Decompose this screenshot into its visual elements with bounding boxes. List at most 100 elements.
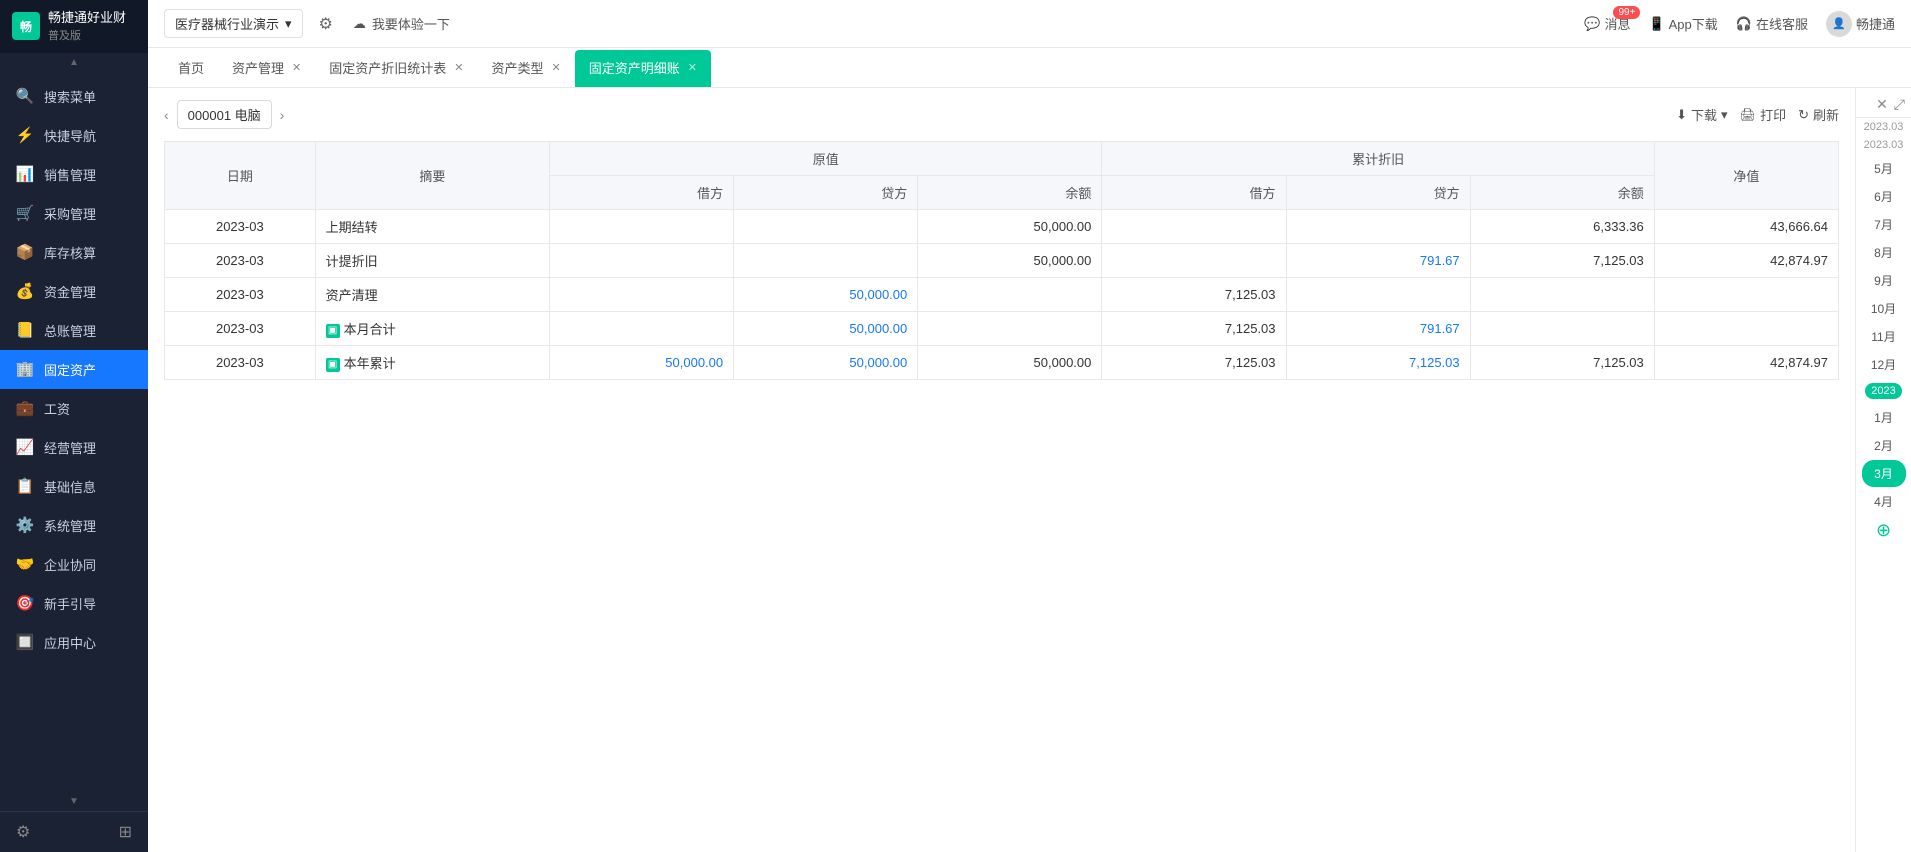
timeline-month-1月[interactable]: 1月 xyxy=(1862,404,1906,431)
cell-orig-balance-4: 50,000.00 xyxy=(918,346,1102,380)
main-area: 医疗器械行业演示 ▾ ⚙ ☁ 我要体验一下 💬 消息 99+ 📱 App下载 🎧… xyxy=(148,0,1911,852)
cell-acc-credit-1: 791.67 xyxy=(1286,244,1470,278)
company-selector[interactable]: 医疗器械行业演示 ▾ xyxy=(164,9,303,38)
user-action[interactable]: 👤 畅捷通 xyxy=(1826,11,1895,37)
header-actions: 💬 消息 99+ 📱 App下载 🎧 在线客服 👤 畅捷通 xyxy=(1584,11,1895,37)
sidebar-label-operations: 经营管理 xyxy=(44,438,96,457)
cell-orig-balance-2 xyxy=(918,278,1102,312)
timeline-month-11月[interactable]: 11月 xyxy=(1862,323,1906,350)
col-header-orig-credit: 贷方 xyxy=(734,176,918,210)
timeline-year-badge: 2023 xyxy=(1865,383,1901,399)
tab-close-1[interactable]: ✕ xyxy=(292,61,301,74)
sidebar-item-quicknav[interactable]: ⚡ 快捷导航 xyxy=(0,116,148,155)
sidebar-icon-search: 🔍 xyxy=(16,87,34,105)
tab-4[interactable]: 固定资产明细账✕ xyxy=(575,50,711,87)
collapse-icon[interactable]: ⊞ xyxy=(119,822,132,842)
sidebar-item-ledger[interactable]: 📒 总账管理 xyxy=(0,311,148,350)
sidebar-label-inventory: 库存核算 xyxy=(44,243,96,262)
timeline-month-3月[interactable]: 3月 xyxy=(1862,460,1906,487)
sidebar-icon-payroll: 💼 xyxy=(16,399,34,417)
col-header-summary: 摘要 xyxy=(315,142,549,210)
sidebar-label-funds: 资金管理 xyxy=(44,282,96,301)
sidebar-item-inventory[interactable]: 📦 库存核算 xyxy=(0,233,148,272)
sidebar-item-collab[interactable]: 🤝 企业协同 xyxy=(0,545,148,584)
sidebar-item-guide[interactable]: 🎯 新手引导 xyxy=(0,584,148,623)
group-icon: ▣ xyxy=(326,358,340,372)
tab-0[interactable]: 首页 xyxy=(164,50,218,87)
tab-label-2: 固定资产折旧统计表 xyxy=(329,58,446,77)
message-action[interactable]: 💬 消息 99+ xyxy=(1584,14,1630,33)
experience-button[interactable]: ☁ 我要体验一下 xyxy=(353,14,450,33)
col-header-orig-debit: 借方 xyxy=(550,176,734,210)
cell-orig-debit-3 xyxy=(550,312,734,346)
sidebar-scroll-up[interactable]: ▲ xyxy=(0,53,148,73)
cell-summary-2: 资产清理 xyxy=(315,278,549,312)
content-area: ‹ 000001 电脑 › ⬇ 下载 ▾ 🖨 打印 ↻ 刷新 xyxy=(148,88,1911,852)
settings-icon[interactable]: ⚙ xyxy=(16,822,30,842)
timeline-month-10月[interactable]: 10月 xyxy=(1862,295,1906,322)
sidebar-label-payroll: 工资 xyxy=(44,399,70,418)
tab-1[interactable]: 资产管理✕ xyxy=(218,50,315,87)
panel-close-icon[interactable]: ✕ xyxy=(1876,96,1888,113)
cell-acc-balance-4: 7,125.03 xyxy=(1470,346,1654,380)
refresh-button[interactable]: ↻ 刷新 xyxy=(1798,105,1839,124)
toolbar-actions: ⬇ 下载 ▾ 🖨 打印 ↻ 刷新 xyxy=(1676,105,1839,124)
timeline-panel: ✕ ⤢ 2023.03 2023.03 5月6月7月8月9月10月11月12月 … xyxy=(1855,88,1911,852)
timeline-month-6月[interactable]: 6月 xyxy=(1862,183,1906,210)
sidebar-item-funds[interactable]: 💰 资金管理 xyxy=(0,272,148,311)
sidebar-item-purchase[interactable]: 🛒 采购管理 xyxy=(0,194,148,233)
app-download-action[interactable]: 📱 App下载 xyxy=(1648,14,1717,33)
timeline-down-arrow[interactable]: ⊕ xyxy=(1876,520,1891,541)
col-header-acc-balance: 余额 xyxy=(1470,176,1654,210)
download-button[interactable]: ⬇ 下载 ▾ xyxy=(1676,105,1727,124)
print-button[interactable]: 🖨 打印 xyxy=(1740,105,1787,124)
timeline-month-5月[interactable]: 5月 xyxy=(1862,155,1906,182)
tab-label-0: 首页 xyxy=(178,58,204,77)
sidebar-item-sales[interactable]: 📊 销售管理 xyxy=(0,155,148,194)
tab-bar: 首页资产管理✕固定资产折旧统计表✕资产类型✕固定资产明细账✕ xyxy=(148,48,1911,88)
cell-acc-credit-4: 7,125.03 xyxy=(1286,346,1470,380)
sidebar-item-app_center[interactable]: 🔲 应用中心 xyxy=(0,623,148,662)
header-settings-icon[interactable]: ⚙ xyxy=(319,14,333,34)
cell-date-2: 2023-03 xyxy=(165,278,316,312)
col-header-original-value: 原值 xyxy=(550,142,1102,176)
timeline-month-9月[interactable]: 9月 xyxy=(1862,267,1906,294)
sidebar-icon-quicknav: ⚡ xyxy=(16,126,34,144)
sidebar: 畅 畅捷通好业财 普及版 ▲ 🔍 搜索菜单 ⚡ 快捷导航 📊 销售管理 🛒 采购… xyxy=(0,0,148,852)
sidebar-icon-ledger: 📒 xyxy=(16,321,34,339)
cell-acc-balance-2 xyxy=(1470,278,1654,312)
timeline-month-4月[interactable]: 4月 xyxy=(1862,488,1906,515)
timeline-current: 2023.03 xyxy=(1860,136,1908,154)
app-logo-icon: 畅 xyxy=(12,12,40,40)
sidebar-label-fixed_assets: 固定资产 xyxy=(44,360,96,379)
sidebar-item-system[interactable]: ⚙️ 系统管理 xyxy=(0,506,148,545)
sidebar-item-fixed_assets[interactable]: 🏢 固定资产 xyxy=(0,350,148,389)
tab-3[interactable]: 资产类型✕ xyxy=(477,50,574,87)
sidebar-scroll-down[interactable]: ▼ xyxy=(0,791,148,811)
panel-expand-icon[interactable]: ⤢ xyxy=(1894,96,1905,113)
asset-prev-button[interactable]: ‹ xyxy=(164,107,169,123)
download-icon: 📱 xyxy=(1648,16,1664,32)
timeline-month-2月[interactable]: 2月 xyxy=(1862,432,1906,459)
timeline-month-12月[interactable]: 12月 xyxy=(1862,351,1906,378)
timeline-month-7月[interactable]: 7月 xyxy=(1862,211,1906,238)
sidebar-icon-purchase: 🛒 xyxy=(16,204,34,222)
table-row: 2023-03 ▣本年累计 50,000.00 50,000.00 50,000… xyxy=(165,346,1839,380)
asset-next-button[interactable]: › xyxy=(280,107,285,123)
timeline-month-8月[interactable]: 8月 xyxy=(1862,239,1906,266)
app-title: 畅捷通好业财 xyxy=(48,10,126,27)
sidebar-label-system: 系统管理 xyxy=(44,516,96,535)
tab-2[interactable]: 固定资产折旧统计表 ✕ xyxy=(315,50,477,87)
sidebar-label-purchase: 采购管理 xyxy=(44,204,96,223)
sidebar-item-payroll[interactable]: 💼 工资 xyxy=(0,389,148,428)
sidebar-item-operations[interactable]: 📈 经营管理 xyxy=(0,428,148,467)
tab-close-2[interactable]: ✕ xyxy=(454,61,463,74)
top-header: 医疗器械行业演示 ▾ ⚙ ☁ 我要体验一下 💬 消息 99+ 📱 App下载 🎧… xyxy=(148,0,1911,48)
sidebar-item-search[interactable]: 🔍 搜索菜单 xyxy=(0,77,148,116)
cell-orig-balance-3 xyxy=(918,312,1102,346)
online-support-action[interactable]: 🎧 在线客服 xyxy=(1736,14,1808,33)
col-header-accumulated-dep: 累计折旧 xyxy=(1102,142,1654,176)
sidebar-item-basic_info[interactable]: 📋 基础信息 xyxy=(0,467,148,506)
tab-close-4[interactable]: ✕ xyxy=(688,61,697,74)
tab-close-3[interactable]: ✕ xyxy=(552,61,561,74)
